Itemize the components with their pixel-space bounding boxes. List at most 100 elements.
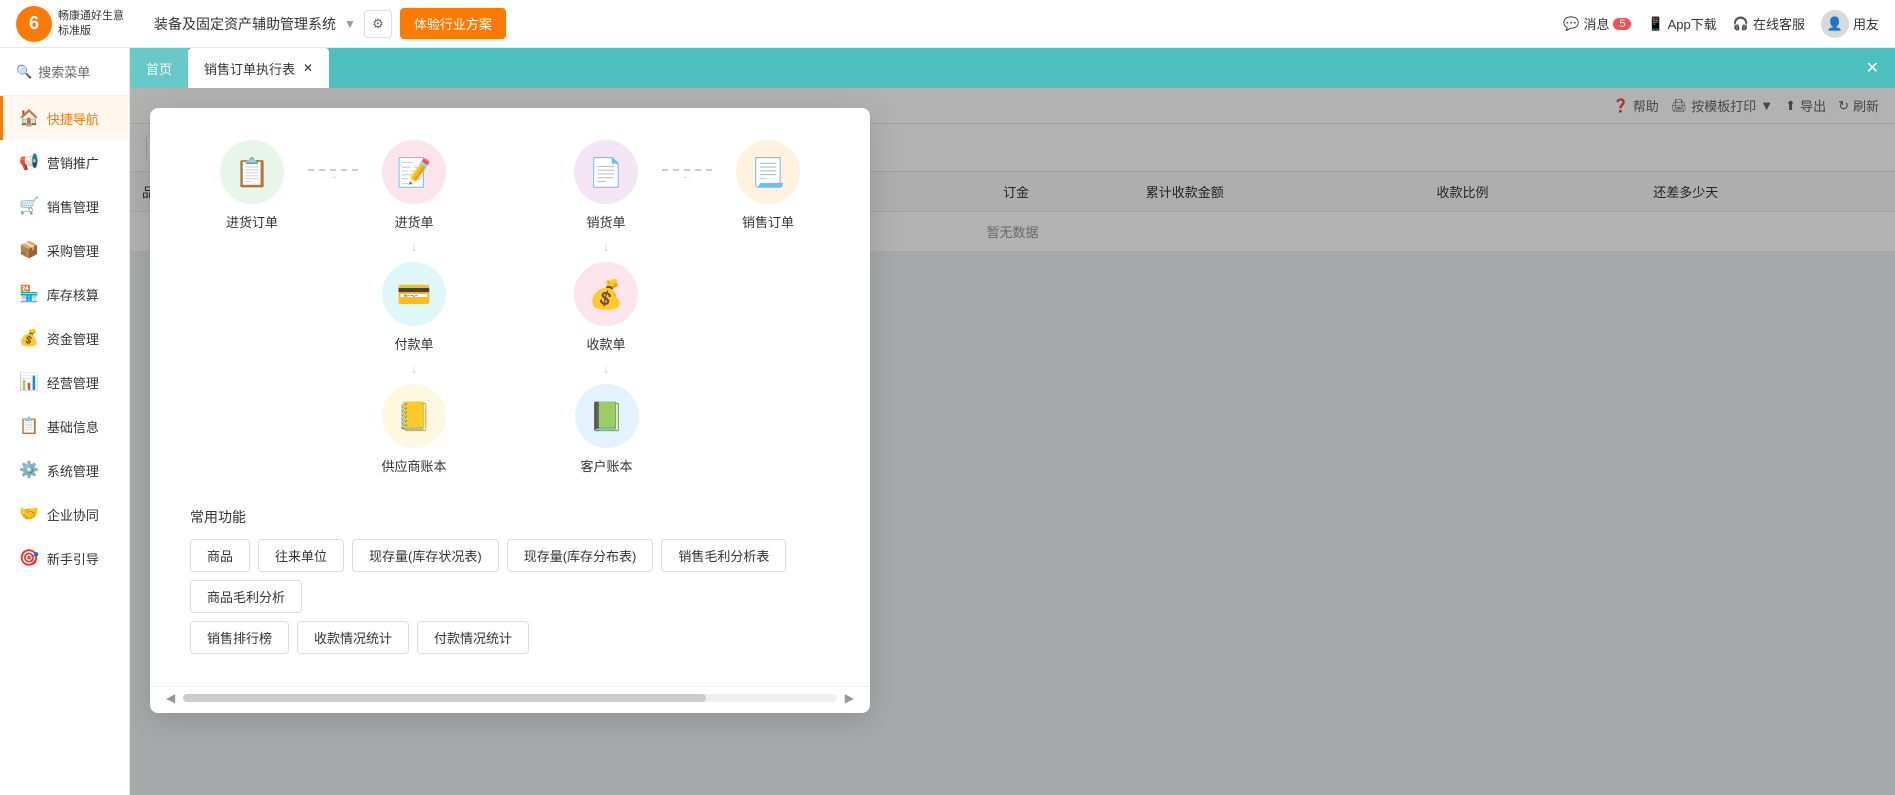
- enterprise-icon: 🤝: [19, 504, 39, 524]
- payment-label: 付款单: [394, 334, 433, 353]
- customer-ledger-label: 客户账本: [580, 456, 632, 475]
- receipt-icon: 💰: [589, 278, 624, 311]
- purchase-order-label: 进货订单: [226, 212, 278, 231]
- logo-icon: 6: [16, 6, 52, 42]
- common-functions: 常用功能 商品 往来单位 现存量(库存状况表) 现存量(库存分布表) 销售毛利分…: [190, 507, 830, 654]
- payment-icon: 💳: [397, 278, 432, 311]
- customer-ledger-circle: 📗: [575, 384, 639, 448]
- flow-item-purchase-bill: 📝 进货单: [382, 140, 446, 231]
- func-buttons-row2: 销售排行榜 收款情况统计 付款情况统计: [190, 621, 830, 654]
- message-badge: 5: [1613, 18, 1631, 30]
- func-btn-sales-profit[interactable]: 销售毛利分析表: [661, 539, 786, 572]
- sidebar-item-purchase[interactable]: 📦 采购管理: [0, 228, 129, 272]
- sales-order-circle: 📃: [736, 140, 800, 204]
- scroll-right-icon[interactable]: ▶: [845, 691, 854, 705]
- supplier-ledger-label: 供应商账本: [381, 456, 446, 475]
- sidebar-item-marketing[interactable]: 📢 营销推广: [0, 140, 129, 184]
- operations-icon: 📊: [19, 372, 39, 392]
- func-btn-product-profit[interactable]: 商品毛利分析: [190, 580, 302, 613]
- flow-row-1: 📋 进货订单 →: [220, 140, 800, 231]
- sales-order-icon: 📃: [751, 156, 786, 189]
- supplier-ledger-icon: 📒: [397, 400, 432, 433]
- sidebar-item-system[interactable]: ⚙️ 系统管理: [0, 448, 129, 492]
- online-service-action[interactable]: 🎧 在线客服: [1733, 14, 1805, 33]
- dropdown-arrow-icon[interactable]: ▼: [344, 17, 356, 31]
- user-action[interactable]: 👤 用友: [1821, 10, 1879, 38]
- sidebar-item-enterprise[interactable]: 🤝 企业协同: [0, 492, 129, 536]
- sidebar: 🔍 搜索菜单 🏠 快捷导航 📢 营销推广 🛒 销售管理 📦 采购管理: [0, 48, 130, 795]
- purchase-order-circle: 📋: [220, 140, 284, 204]
- sales-icon: 🛒: [19, 196, 39, 216]
- func-btn-unit[interactable]: 往来单位: [258, 539, 344, 572]
- func-btn-stock-dist[interactable]: 现存量(库存分布表): [507, 539, 654, 572]
- func-btn-stock-status[interactable]: 现存量(库存状况表): [352, 539, 499, 572]
- top-header: 6 畅康通好生意标准版 装备及固定资产辅助管理系统 ▼ ⚙ 体验行业方案 💬 消…: [0, 0, 1895, 48]
- scrollbar-track: [183, 694, 837, 702]
- payment-circle: 💳: [382, 262, 446, 326]
- flow-item-customer-ledger: 📗 客户账本: [575, 384, 639, 475]
- flow-diagram: 📋 进货订单 →: [190, 140, 830, 483]
- search-menu-btn[interactable]: 🔍 搜索菜单: [8, 56, 121, 87]
- phone-icon: 📱: [1647, 16, 1663, 32]
- tab-sales-order[interactable]: 销售订单执行表 ✕: [188, 48, 329, 88]
- tab-close-all-icon[interactable]: ✕: [1866, 58, 1879, 78]
- user-avatar: 👤: [1821, 10, 1849, 38]
- main-content: ❓ 帮助 🖨 按模板打印 ▼ ⬆ 导出 ↻: [130, 88, 1895, 795]
- purchase-bill-circle: 📝: [382, 140, 446, 204]
- home-icon: 🏠: [19, 108, 39, 128]
- func-btn-receipt-stat[interactable]: 收款情况统计: [297, 621, 409, 654]
- inventory-icon: 🏪: [19, 284, 39, 304]
- sidebar-search: 🔍 搜索菜单: [0, 48, 129, 96]
- guide-icon: 🎯: [19, 548, 39, 568]
- purchase-bill-label: 进货单: [394, 212, 433, 231]
- func-btn-product[interactable]: 商品: [190, 539, 250, 572]
- purchase-icon: 📦: [19, 240, 39, 260]
- func-btn-payment-stat[interactable]: 付款情况统计: [417, 621, 529, 654]
- finance-icon: 💰: [19, 328, 39, 348]
- sidebar-item-inventory[interactable]: 🏪 库存核算: [0, 272, 129, 316]
- sales-bill-icon: 📄: [589, 156, 624, 189]
- sidebar-item-operations[interactable]: 📊 经营管理: [0, 360, 129, 404]
- purchase-order-icon: 📋: [235, 156, 270, 189]
- scroll-left-icon[interactable]: ◀: [166, 691, 175, 705]
- popup-overlay[interactable]: 📋 进货订单 →: [130, 88, 1895, 795]
- flow-row-arrows2: ↓ ↓: [220, 361, 800, 376]
- search-icon: 🔍: [16, 64, 32, 80]
- tab-home[interactable]: 首页: [130, 48, 188, 88]
- sidebar-item-quick-nav[interactable]: 🏠 快捷导航: [0, 96, 129, 140]
- system-name: 装备及固定资产辅助管理系统: [154, 14, 336, 34]
- flow-item-sales-order: 📃 销售订单: [736, 140, 800, 231]
- message-icon: 💬: [1563, 16, 1579, 32]
- func-btn-sales-rank[interactable]: 销售排行榜: [190, 621, 289, 654]
- system-title: 装备及固定资产辅助管理系统 ▼: [154, 14, 356, 34]
- tab-close-icon[interactable]: ✕: [303, 61, 313, 75]
- flow-item-purchase-order: 📋 进货订单: [220, 140, 284, 231]
- basic-info-icon: 📋: [19, 416, 39, 436]
- system-icon: ⚙️: [19, 460, 39, 480]
- scrollbar-thumb[interactable]: [183, 694, 706, 702]
- trial-button[interactable]: 体验行业方案: [400, 8, 506, 39]
- gear-button[interactable]: ⚙: [364, 10, 392, 38]
- supplier-ledger-circle: 📒: [382, 384, 446, 448]
- popup-scrollbar: ◀ ▶: [150, 686, 870, 713]
- sidebar-item-new-guide[interactable]: 🎯 新手引导: [0, 536, 129, 580]
- flow-item-supplier-ledger: 📒 供应商账本: [381, 384, 446, 475]
- common-func-title: 常用功能: [190, 507, 830, 527]
- sales-order-label: 销售订单: [742, 212, 794, 231]
- flow-row-3: 📒 供应商账本 📗 客户账本: [219, 384, 800, 475]
- logo-area: 6 畅康通好生意标准版: [16, 6, 146, 42]
- flow-item-receipt: 💰 收款单: [574, 262, 638, 353]
- app-download-action[interactable]: 📱 App下载: [1647, 14, 1716, 33]
- sales-bill-label: 销货单: [586, 212, 625, 231]
- sidebar-item-finance[interactable]: 💰 资金管理: [0, 316, 129, 360]
- customer-ledger-icon: 📗: [589, 400, 624, 433]
- sidebar-item-basic-info[interactable]: 📋 基础信息: [0, 404, 129, 448]
- message-action[interactable]: 💬 消息 5: [1563, 14, 1631, 33]
- sidebar-item-sales[interactable]: 🛒 销售管理: [0, 184, 129, 228]
- popup-modal: 📋 进货订单 →: [150, 108, 870, 713]
- flow-item-payment: 💳 付款单: [382, 262, 446, 353]
- content-area: 首页 销售订单执行表 ✕ ✕ ❓ 帮助: [130, 48, 1895, 795]
- header-right: 💬 消息 5 📱 App下载 🎧 在线客服 👤 用友: [1563, 10, 1879, 38]
- main-area: 🔍 搜索菜单 🏠 快捷导航 📢 营销推广 🛒 销售管理 📦 采购管理: [0, 48, 1895, 795]
- tab-bar: 首页 销售订单执行表 ✕ ✕: [130, 48, 1895, 88]
